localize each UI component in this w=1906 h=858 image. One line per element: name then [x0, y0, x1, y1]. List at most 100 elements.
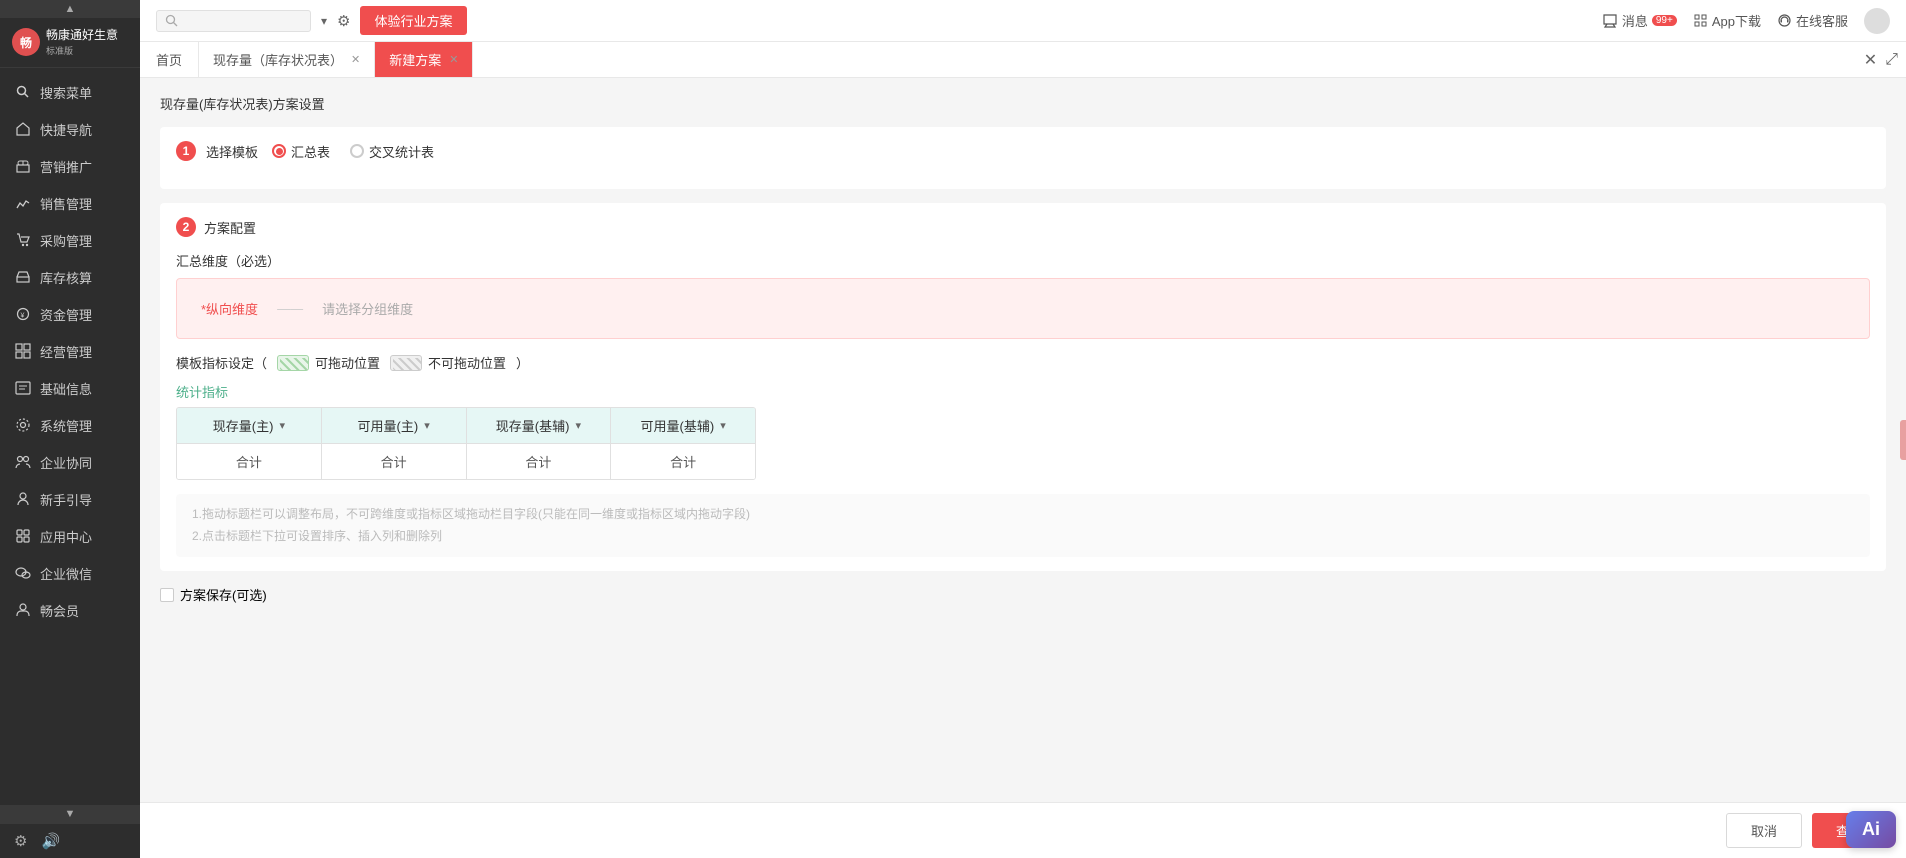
stat-col-header-3[interactable]: 可用量(基辅) ▾ — [611, 408, 755, 443]
topbar-search-input[interactable] — [182, 14, 302, 28]
radio-cross-label: 交叉统计表 — [369, 142, 434, 161]
dimension-placeholder-text[interactable]: 请选择分组维度 — [322, 299, 413, 318]
sidebar-label-finance: 资金管理 — [40, 305, 92, 324]
template-radio-group: 汇总表 交叉统计表 — [272, 142, 434, 161]
trial-btn[interactable]: 体验行业方案 — [360, 6, 466, 35]
settings-icon[interactable]: ⚙ — [14, 832, 27, 850]
sidebar-item-wechat[interactable]: 企业微信 — [0, 555, 140, 592]
sidebar-item-new-guide[interactable]: 新手引导 — [0, 481, 140, 518]
message-label: 消息 — [1622, 11, 1648, 30]
sidebar-scroll-up[interactable]: ▲ — [0, 0, 140, 18]
stat-col-body-2: 合计 — [467, 444, 612, 479]
step2-title: 方案配置 — [204, 218, 256, 237]
tab-home[interactable]: 首页 — [140, 42, 199, 77]
app-download-btn[interactable]: App下载 — [1693, 11, 1761, 30]
topbar-left: ▾ ⚙ 体验行业方案 — [156, 6, 467, 35]
save-checkbox[interactable] — [160, 588, 174, 602]
tab-new-scheme[interactable]: 新建方案 ✕ — [375, 42, 473, 77]
stat-col-header-0[interactable]: 现存量(主) ▾ — [177, 408, 322, 443]
sidebar-label-marketing: 营销推广 — [40, 157, 92, 176]
logo-icon: 畅 — [12, 28, 40, 56]
message-btn[interactable]: 消息 99+ — [1602, 11, 1677, 30]
member-icon — [14, 601, 32, 619]
radio-summary[interactable]: 汇总表 — [272, 142, 330, 161]
dimension-required-text: *纵向维度 — [201, 299, 258, 318]
stat-table-header: 现存量(主) ▾ 可用量(主) ▾ 现存量(基辅) ▾ 可用量(基辅) ▾ — [177, 408, 755, 444]
stat-table: 现存量(主) ▾ 可用量(主) ▾ 现存量(基辅) ▾ 可用量(基辅) ▾ — [176, 407, 756, 480]
right-edge-indicator — [1900, 420, 1906, 460]
sidebar-label-app-center: 应用中心 — [40, 527, 92, 546]
sidebar-item-system[interactable]: 系统管理 — [0, 407, 140, 444]
footer-bar: 取消 查询 — [140, 802, 1906, 858]
svg-text:¥: ¥ — [21, 313, 25, 320]
home-icon — [14, 120, 32, 138]
step1-section: 1 选择模板 汇总表 交叉统计表 — [160, 127, 1886, 189]
tab-inventory-close-icon[interactable]: ✕ — [351, 53, 360, 66]
stat-agg-3: 合计 — [670, 452, 696, 471]
tab-new-scheme-label: 新建方案 — [389, 50, 441, 69]
toggle-non-draggable-label: 不可拖动位置 — [428, 353, 506, 372]
tab-new-scheme-close-icon[interactable]: ✕ — [449, 53, 458, 66]
toggle-non-draggable-pattern — [393, 358, 421, 370]
sidebar-label-member: 畅会员 — [40, 601, 79, 620]
stat-col-header-2[interactable]: 现存量(基辅) ▾ — [467, 408, 612, 443]
radio-summary-dot — [276, 148, 283, 155]
toggle-draggable-box — [277, 355, 309, 371]
stat-col-body-3: 合计 — [611, 444, 755, 479]
tab-home-label: 首页 — [156, 50, 182, 69]
topbar-gear-icon[interactable]: ⚙ — [337, 12, 350, 30]
sidebar-footer: ⚙ 🔊 — [0, 823, 140, 858]
sidebar-item-purchase[interactable]: 采购管理 — [0, 222, 140, 259]
stat-agg-0: 合计 — [236, 452, 262, 471]
content-area: 现存量(库存状况表)方案设置 1 选择模板 汇总表 交叉统计表 — [140, 78, 1906, 802]
sidebar-item-search-menu[interactable]: 搜索菜单 — [0, 74, 140, 111]
sidebar-label-new-guide: 新手引导 — [40, 490, 92, 509]
sidebar-item-finance[interactable]: ¥ 资金管理 — [0, 296, 140, 333]
sidebar-item-quick-nav[interactable]: 快捷导航 — [0, 111, 140, 148]
topbar-dropdown-arrow[interactable]: ▾ — [321, 14, 327, 28]
sidebar-item-sales[interactable]: 销售管理 — [0, 185, 140, 222]
indicator-settings-close: ） — [516, 353, 529, 372]
toggle-draggable: 可拖动位置 — [277, 353, 380, 372]
sidebar-label-sales: 销售管理 — [40, 194, 92, 213]
tab-inventory[interactable]: 现存量（库存状况表） ✕ — [199, 42, 375, 77]
sidebar-item-cooperation[interactable]: 企业协同 — [0, 444, 140, 481]
tabs-bar-right: ✕ ⤢ — [1864, 50, 1906, 70]
ai-button[interactable]: Ai — [1846, 811, 1896, 848]
stat-agg-1: 合计 — [381, 452, 407, 471]
topbar-right: 消息 99+ App下载 在线客服 — [1602, 8, 1890, 34]
sidebar-label-purchase: 采购管理 — [40, 231, 92, 250]
toggle-non-draggable: 不可拖动位置 — [390, 353, 506, 372]
cancel-button[interactable]: 取消 — [1726, 813, 1802, 848]
sidebar-item-marketing[interactable]: 营销推广 — [0, 148, 140, 185]
sidebar-item-inventory[interactable]: 库存核算 — [0, 259, 140, 296]
dimension-row: *纵向维度 —— 请选择分组维度 — [201, 299, 1845, 318]
sidebar-scroll-down[interactable]: ▼ — [0, 805, 140, 823]
dimension-box: *纵向维度 —— 请选择分组维度 — [176, 278, 1870, 339]
tab-close-btn[interactable]: ✕ — [1864, 50, 1877, 70]
user-avatar[interactable] — [1864, 8, 1890, 34]
customer-service-btn[interactable]: 在线客服 — [1777, 11, 1848, 30]
tips-title: 1.拖动标题栏可以调整布局，不可跨维度或指标区域拖动栏目字段(只能在同一维度或指… — [192, 504, 1854, 526]
stat-col-header-1[interactable]: 可用量(主) ▾ — [322, 408, 467, 443]
step1-header: 1 选择模板 汇总表 交叉统计表 — [176, 141, 1870, 161]
app-center-icon — [14, 527, 32, 545]
tab-expand-btn[interactable]: ⤢ — [1885, 51, 1898, 69]
indicator-settings-row: 模板指标设定（ 可拖动位置 不可拖动位置 ） — [176, 353, 1870, 372]
tip2-text: 2.点击标题栏下拉可设置排序、插入列和删除列 — [192, 529, 442, 543]
sidebar-item-basic-info[interactable]: 基础信息 — [0, 370, 140, 407]
sidebar-item-operation[interactable]: 经营管理 — [0, 333, 140, 370]
sidebar-item-app-center[interactable]: 应用中心 — [0, 518, 140, 555]
app-download-label: App下载 — [1712, 11, 1761, 30]
sidebar-item-member[interactable]: 畅会员 — [0, 592, 140, 629]
stat-col-chevron-3: ▾ — [720, 419, 726, 432]
radio-cross[interactable]: 交叉统计表 — [350, 142, 434, 161]
sidebar-logo: 畅 畅康通好生意 标准版 — [0, 18, 140, 68]
sidebar-label-basic-info: 基础信息 — [40, 379, 92, 398]
tip2-row: 2.点击标题栏下拉可设置排序、插入列和删除列 — [192, 526, 1854, 548]
dimension-required-label: 汇总维度（必选） — [176, 251, 1870, 270]
speaker-icon[interactable]: 🔊 — [41, 832, 60, 850]
purchase-icon — [14, 231, 32, 249]
stat-col-chevron-2: ▾ — [575, 419, 581, 432]
search-menu-icon — [14, 83, 32, 101]
